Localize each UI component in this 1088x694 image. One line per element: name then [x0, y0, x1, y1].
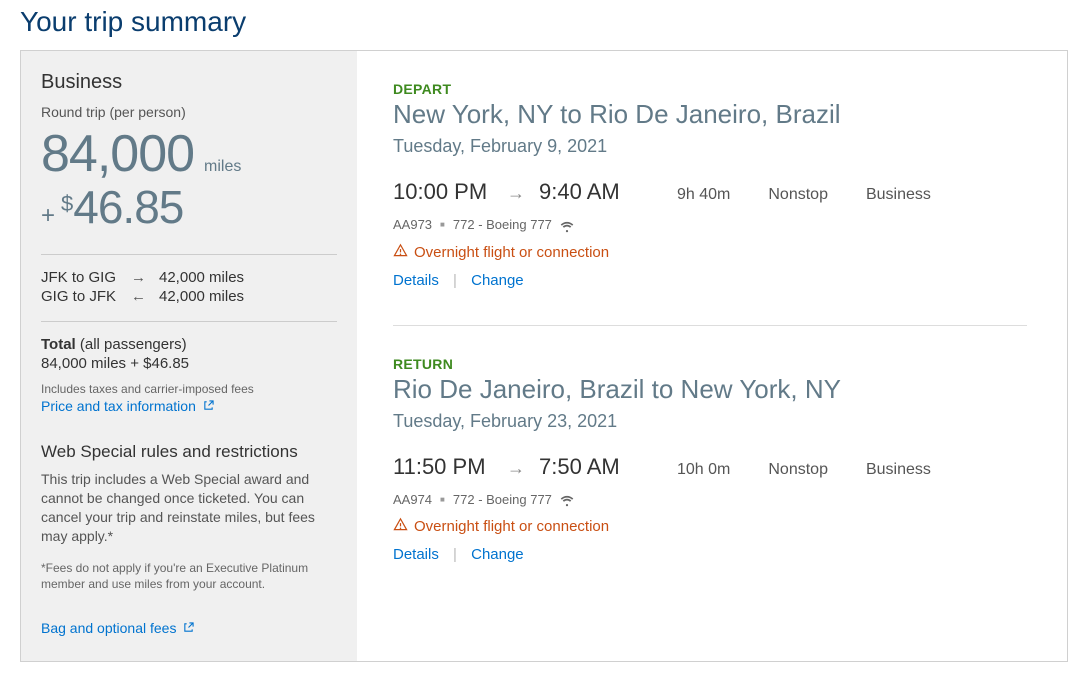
separator-dot-icon: ■ — [440, 220, 445, 229]
stops: Nonstop — [768, 186, 828, 204]
dollar-sign: $ — [61, 191, 73, 217]
miles-unit: miles — [204, 158, 241, 176]
itinerary-main: DEPART New York, NY to Rio De Janeiro, B… — [357, 51, 1067, 661]
arrow-right-icon: → — [131, 269, 159, 286]
details-link[interactable]: Details — [393, 272, 439, 289]
route-breakdown: JFK to GIG → 42,000 miles GIG to JFK ← 4… — [41, 269, 337, 305]
route-od: JFK to GIG — [41, 269, 131, 286]
depart-time: 11:50 PM — [393, 454, 493, 480]
route-miles: 42,000 miles — [159, 269, 244, 286]
segment-label: RETURN — [393, 356, 1027, 372]
change-link[interactable]: Change — [471, 272, 524, 289]
arrive-time: 7:50 AM — [539, 454, 639, 480]
total-label: Total — [41, 336, 76, 353]
segment-label: DEPART — [393, 81, 1027, 97]
pipe-separator: | — [453, 546, 457, 563]
divider — [41, 254, 337, 255]
aircraft-type: 772 - Boeing 777 — [453, 217, 552, 232]
flight-segment-depart: DEPART New York, NY to Rio De Janeiro, B… — [393, 81, 1027, 289]
segment-date: Tuesday, February 23, 2021 — [393, 411, 1027, 432]
overnight-warning: Overnight flight or connection — [393, 243, 1027, 262]
pipe-separator: | — [453, 272, 457, 289]
route-miles: 42,000 miles — [159, 288, 244, 305]
segment-route: New York, NY to Rio De Janeiro, Brazil — [393, 99, 1027, 130]
wifi-icon — [560, 492, 574, 508]
duration: 10h 0m — [677, 461, 730, 479]
segment-date: Tuesday, February 9, 2021 — [393, 136, 1027, 157]
warning-icon — [393, 517, 408, 536]
web-special-footnote: *Fees do not apply if you're an Executiv… — [41, 560, 337, 592]
web-special-heading: Web Special rules and restrictions — [41, 442, 337, 462]
details-link[interactable]: Details — [393, 546, 439, 563]
arrow-right-icon: → — [507, 458, 525, 479]
segment-divider — [393, 325, 1027, 326]
route-row: GIG to JFK ← 42,000 miles — [41, 288, 337, 305]
overnight-warning: Overnight flight or connection — [393, 517, 1027, 536]
flight-segment-return: RETURN Rio De Janeiro, Brazil to New Yor… — [393, 356, 1027, 564]
route-row: JFK to GIG → 42,000 miles — [41, 269, 337, 286]
total-sum: 84,000 miles + $46.85 — [41, 355, 337, 372]
overnight-text: Overnight flight or connection — [414, 518, 609, 535]
warning-icon — [393, 243, 408, 262]
change-link[interactable]: Change — [471, 546, 524, 563]
cash-total: + $ 46.85 — [41, 180, 337, 234]
aircraft-type: 772 - Boeing 777 — [453, 492, 552, 507]
route-od: GIG to JFK — [41, 288, 131, 305]
link-text: Price and tax information — [41, 398, 196, 414]
trip-type-label: Round trip (per person) — [41, 104, 337, 120]
depart-time: 10:00 PM — [393, 179, 493, 205]
segment-route: Rio De Janeiro, Brazil to New York, NY — [393, 374, 1027, 405]
segment-meta: AA973 ■ 772 - Boeing 777 — [393, 217, 1027, 233]
trip-summary-card: Business Round trip (per person) 84,000 … — [20, 50, 1068, 662]
miles-total: 84,000 miles — [41, 124, 337, 184]
separator-dot-icon: ■ — [440, 495, 445, 504]
cash-amount: 46.85 — [73, 180, 183, 234]
web-special-body: This trip includes a Web Special award a… — [41, 470, 337, 546]
segment-actions: Details | Change — [393, 546, 1027, 563]
duration: 9h 40m — [677, 186, 730, 204]
arrow-left-icon: ← — [131, 288, 159, 305]
cabin-label: Business — [41, 71, 337, 94]
arrive-time: 9:40 AM — [539, 179, 639, 205]
overnight-text: Overnight flight or connection — [414, 244, 609, 261]
segment-meta: AA974 ■ 772 - Boeing 777 — [393, 492, 1027, 508]
cabin: Business — [866, 461, 931, 479]
flight-number: AA973 — [393, 217, 432, 232]
link-text: Bag and optional fees — [41, 620, 176, 636]
fare-sidebar: Business Round trip (per person) 84,000 … — [21, 51, 357, 661]
total-suffix: (all passengers) — [80, 336, 187, 353]
flight-number: AA974 — [393, 492, 432, 507]
divider — [41, 321, 337, 322]
segment-times-row: 11:50 PM → 7:50 AM 10h 0m Nonstop Busine… — [393, 454, 1027, 480]
tax-note: Includes taxes and carrier-imposed fees — [41, 382, 337, 396]
segment-actions: Details | Change — [393, 272, 1027, 289]
segment-times-row: 10:00 PM → 9:40 AM 9h 40m Nonstop Busine… — [393, 179, 1027, 205]
plus-sign: + — [41, 202, 55, 230]
price-tax-info-link[interactable]: Price and tax information — [41, 398, 214, 414]
bag-fees-link[interactable]: Bag and optional fees — [41, 620, 194, 636]
page-title: Your trip summary — [20, 0, 1068, 50]
stops: Nonstop — [768, 461, 828, 479]
external-link-icon — [183, 622, 194, 636]
external-link-icon — [203, 400, 214, 414]
total-line: Total (all passengers) — [41, 336, 337, 353]
arrow-right-icon: → — [507, 183, 525, 204]
miles-number: 84,000 — [41, 124, 194, 184]
cabin: Business — [866, 186, 931, 204]
wifi-icon — [560, 217, 574, 233]
